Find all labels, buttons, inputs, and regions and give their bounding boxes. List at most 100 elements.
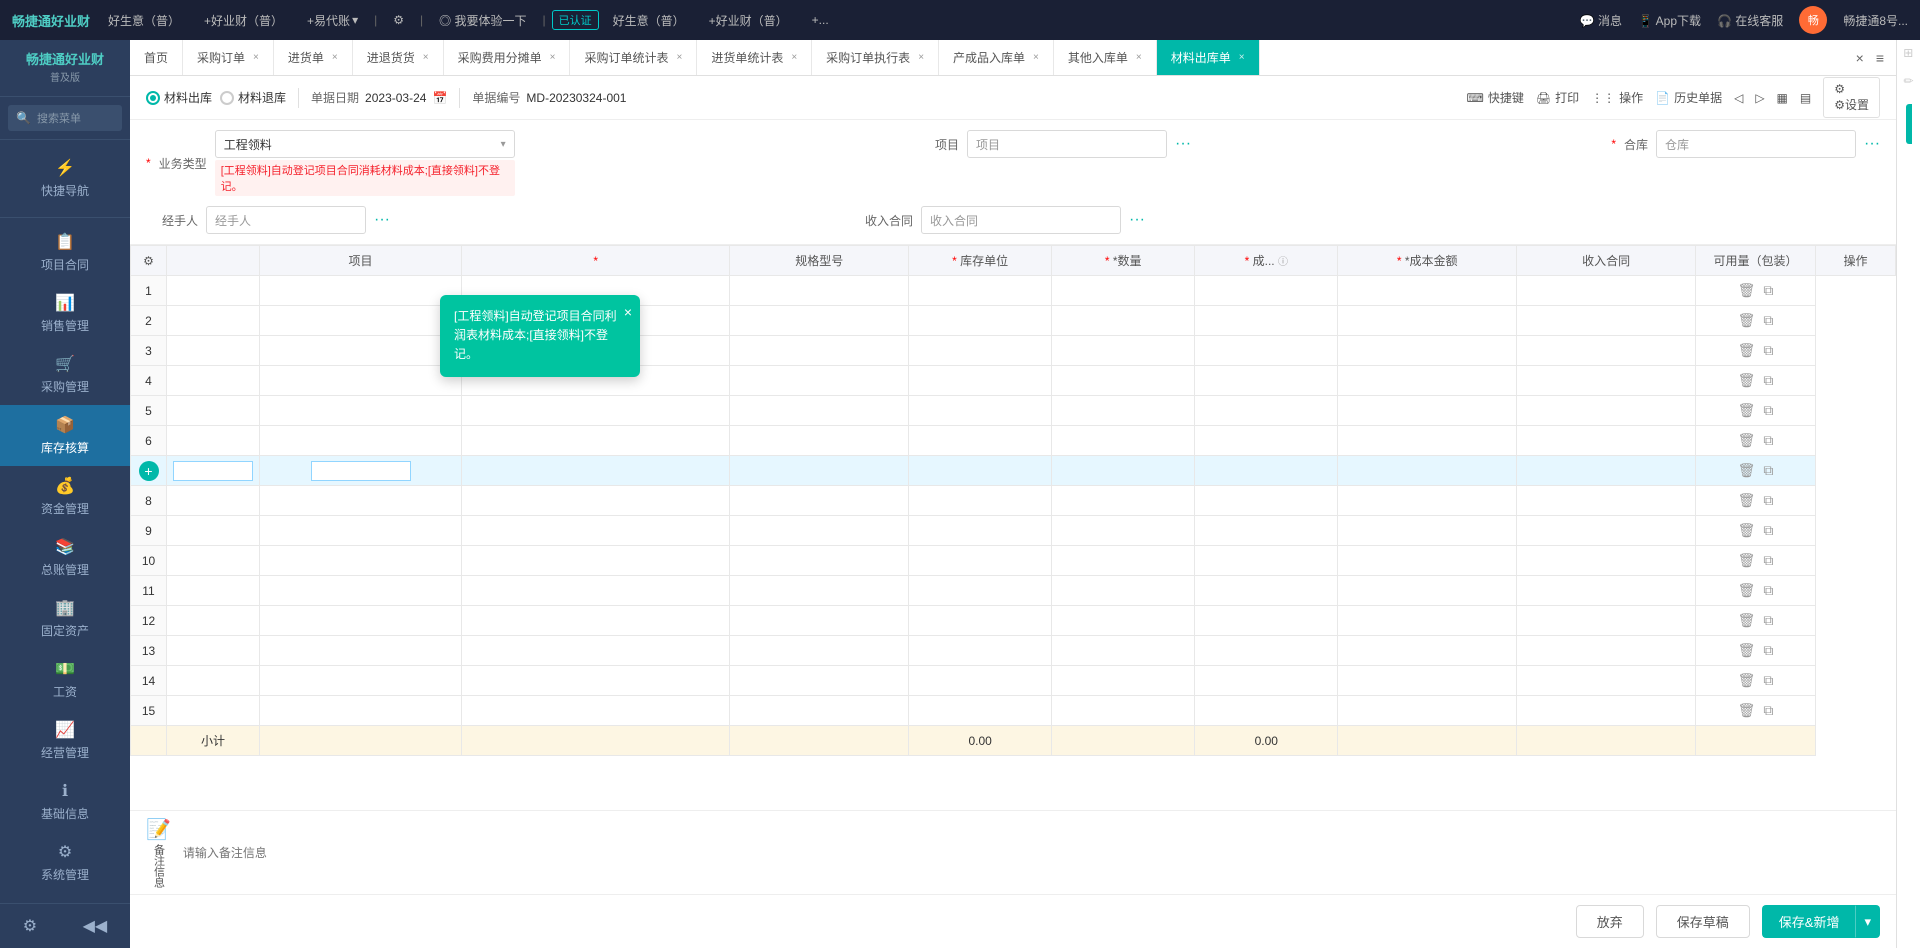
cell-material[interactable] — [260, 606, 462, 636]
add-row-btn[interactable]: + — [139, 461, 159, 481]
delete-row-btn[interactable]: 🗑 — [1734, 370, 1760, 391]
sidebar-item-inventory[interactable]: 📦 库存核算 — [0, 405, 130, 466]
cell-qty[interactable] — [909, 306, 1052, 336]
copy-row-btn[interactable]: ⧉ — [1759, 580, 1777, 601]
cell-unit[interactable] — [730, 276, 909, 306]
cell-available[interactable] — [1517, 546, 1696, 576]
cell-qty[interactable] — [909, 396, 1052, 426]
quick-key-btn[interactable]: ⌨ 快捷键 — [1467, 89, 1524, 106]
cell-available[interactable] — [1517, 426, 1696, 456]
cell-material[interactable] — [260, 306, 462, 336]
cell-spec[interactable] — [462, 606, 730, 636]
delete-row-btn[interactable]: 🗑 — [1734, 490, 1760, 511]
view-detail-btn[interactable]: ▤ — [1800, 91, 1811, 105]
cell-available[interactable] — [1517, 666, 1696, 696]
cell-available[interactable] — [1517, 366, 1696, 396]
cell-spec[interactable] — [462, 396, 730, 426]
tab-material-out[interactable]: 材料出库单 × — [1157, 40, 1260, 76]
cell-material[interactable] — [260, 666, 462, 696]
sidebar-item-salary[interactable]: 💵 工资 — [0, 649, 130, 710]
cell-unit[interactable] — [730, 426, 909, 456]
copy-row-btn[interactable]: ⧉ — [1759, 280, 1777, 301]
cell-unit[interactable] — [730, 486, 909, 516]
cell-qty[interactable] — [909, 636, 1052, 666]
cell-unit[interactable] — [730, 336, 909, 366]
right-panel-icon-1[interactable]: ⊞ — [1902, 48, 1916, 58]
delete-row-btn[interactable]: 🗑 — [1734, 550, 1760, 571]
top-tab-3[interactable]: +易代账 ▾ — [297, 8, 368, 33]
copy-row-btn[interactable]: ⧉ — [1759, 370, 1777, 391]
save-new-dropdown-btn[interactable]: ▾ — [1855, 905, 1880, 938]
copy-row-btn[interactable]: ⧉ — [1759, 670, 1777, 691]
right-panel-icon-2[interactable]: ✏ — [1902, 74, 1916, 88]
delete-row-btn[interactable]: 🗑 — [1734, 310, 1760, 331]
sidebar-item-assets[interactable]: 🏢 固定资产 — [0, 588, 130, 649]
cell-cost-amount[interactable] — [1195, 666, 1338, 696]
cell-qty[interactable] — [909, 366, 1052, 396]
col-header-unit[interactable]: * 库存单位 — [909, 246, 1052, 276]
search-menu[interactable]: 🔍 搜索菜单 — [8, 105, 122, 131]
top-tab-more[interactable]: +... — [802, 9, 839, 31]
cell-spec[interactable] — [462, 696, 730, 726]
business-type-input[interactable]: 工程领料 ▾ — [215, 130, 515, 158]
tab-incoming-return[interactable]: 进退货货 × — [353, 40, 444, 76]
cell-qty[interactable] — [909, 606, 1052, 636]
delete-row-btn[interactable]: 🗑 — [1734, 700, 1760, 721]
tab-close-other-in[interactable]: × — [1136, 52, 1142, 63]
cell-available[interactable] — [1517, 516, 1696, 546]
cell-cost-amount[interactable] — [1195, 486, 1338, 516]
cell-cost-price[interactable] — [1052, 276, 1195, 306]
calendar-icon[interactable]: 📅 — [432, 91, 447, 105]
tab-purchase-exec[interactable]: 采购订单执行表 × — [812, 40, 939, 76]
cell-income-contract[interactable] — [1338, 696, 1517, 726]
cell-material[interactable] — [260, 546, 462, 576]
tab-incoming[interactable]: 进货单 × — [274, 40, 353, 76]
tab-incoming-stats[interactable]: 进货单统计表 × — [697, 40, 812, 76]
cell-income-contract[interactable] — [1338, 276, 1517, 306]
cell-unit[interactable] — [730, 366, 909, 396]
delete-row-btn[interactable]: 🗑 — [1734, 400, 1760, 421]
top-tab-goodbiz2[interactable]: +好业财（普） — [699, 8, 798, 33]
cell-qty[interactable] — [909, 546, 1052, 576]
tab-close-incoming[interactable]: × — [332, 52, 338, 63]
sidebar-settings-btn[interactable]: ⚙ — [23, 916, 37, 936]
cell-qty[interactable] — [909, 576, 1052, 606]
copy-row-btn[interactable]: ⧉ — [1759, 490, 1777, 511]
cell-available[interactable] — [1517, 606, 1696, 636]
cell-project[interactable] — [167, 336, 260, 366]
sidebar-item-project[interactable]: 📋 项目合同 — [0, 222, 130, 283]
cell-qty[interactable] — [909, 666, 1052, 696]
cell-income-contract[interactable] — [1338, 396, 1517, 426]
tab-purchase-order[interactable]: 采购订单 × — [183, 40, 274, 76]
col-header-project[interactable]: 项目 — [260, 246, 462, 276]
settings-btn[interactable]: ⚙ ⚙设置 — [1823, 77, 1880, 118]
cell-cost-amount[interactable] — [1195, 516, 1338, 546]
tab-close-incoming-return[interactable]: × — [423, 52, 429, 63]
cell-material[interactable] — [260, 426, 462, 456]
cell-income-contract[interactable] — [1338, 546, 1517, 576]
cell-cost-amount[interactable] — [1195, 696, 1338, 726]
sidebar-collapse-btn[interactable]: ◀◀ — [83, 916, 108, 936]
cell-spec[interactable] — [462, 546, 730, 576]
cell-income-contract[interactable] — [1338, 636, 1517, 666]
cell-qty[interactable] — [909, 336, 1052, 366]
sidebar-item-operations[interactable]: 📈 经营管理 — [0, 710, 130, 771]
cell-income-contract[interactable] — [1338, 426, 1517, 456]
cell-unit[interactable] — [730, 576, 909, 606]
col-header-settings[interactable]: ⚙ — [131, 246, 167, 276]
cell-cost-price[interactable] — [1052, 426, 1195, 456]
history-btn[interactable]: 📄 历史单据 — [1655, 89, 1722, 106]
tab-purchase-fee[interactable]: 采购费用分摊单 × — [444, 40, 571, 76]
sidebar-item-finance[interactable]: 💰 资金管理 — [0, 466, 130, 527]
cost-info-icon[interactable]: ⓘ — [1278, 257, 1288, 268]
row-input-1[interactable] — [173, 461, 253, 481]
copy-row-btn[interactable]: ⧉ — [1759, 520, 1777, 541]
sidebar-item-purchase[interactable]: 🛒 采购管理 — [0, 344, 130, 405]
cell-available[interactable] — [1517, 486, 1696, 516]
tab-close-purchase-order[interactable]: × — [253, 52, 259, 63]
cell-material[interactable] — [260, 636, 462, 666]
cell-empty-8[interactable] — [1338, 456, 1517, 486]
cell-empty-6[interactable] — [1052, 456, 1195, 486]
tab-home[interactable]: 首页 — [130, 40, 183, 76]
cell-material[interactable] — [260, 276, 462, 306]
